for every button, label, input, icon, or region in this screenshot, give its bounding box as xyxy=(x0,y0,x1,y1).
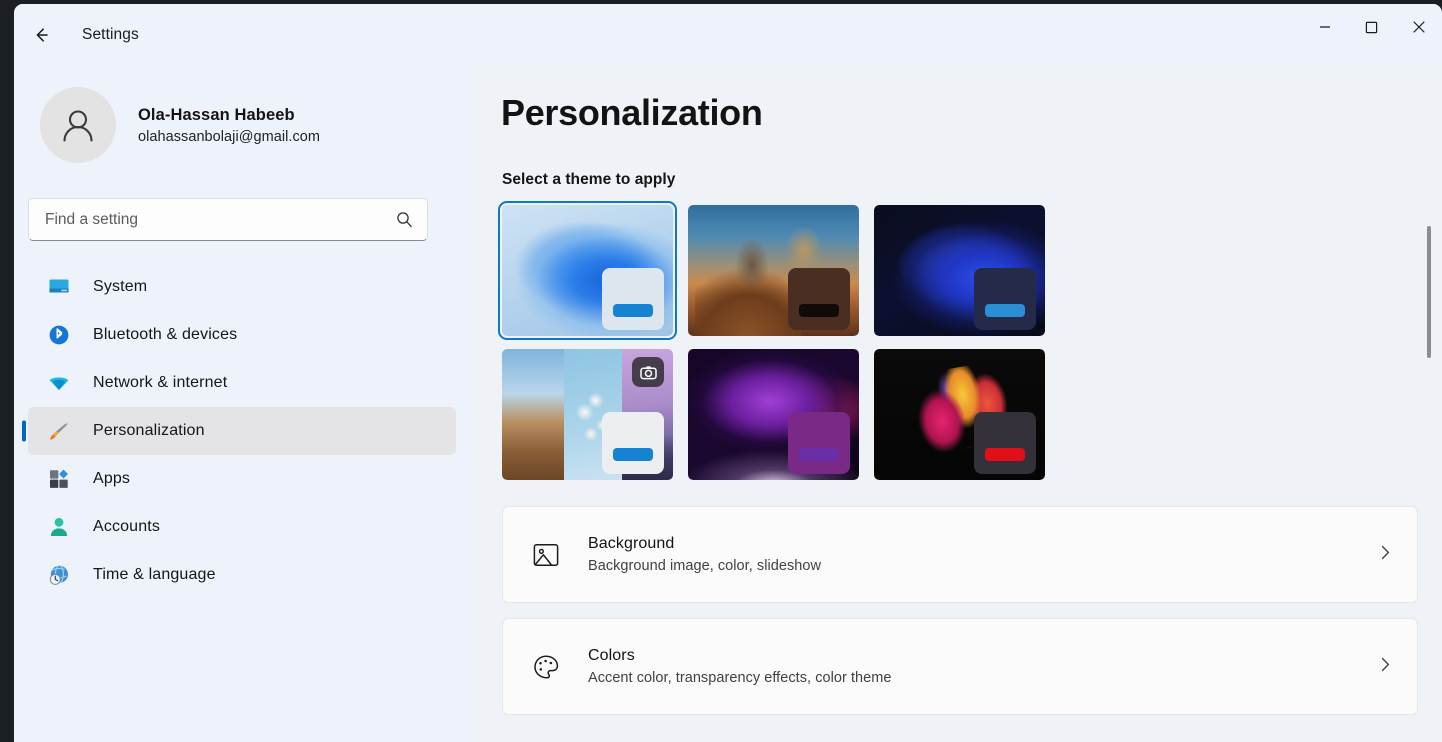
theme-accent-card xyxy=(788,268,850,330)
maximize-icon xyxy=(1365,21,1378,33)
theme-tile-nature-slideshow[interactable] xyxy=(502,349,673,480)
chevron-right-icon xyxy=(1381,545,1390,559)
paintbrush-icon xyxy=(46,418,72,444)
theme-accent-swatch xyxy=(985,448,1025,461)
selection-indicator xyxy=(22,420,26,442)
setting-title: Colors xyxy=(588,647,635,664)
chevron-right-icon[interactable] xyxy=(1376,655,1395,679)
settings-list: Background Background image, color, slide… xyxy=(502,506,1418,715)
sidebar-item-accounts[interactable]: Accounts xyxy=(28,503,456,551)
close-icon xyxy=(1412,21,1425,33)
chevron-right-icon[interactable] xyxy=(1376,543,1395,567)
theme-tile-windows-dark-bloom[interactable] xyxy=(874,205,1045,336)
palette-icon xyxy=(527,648,565,686)
theme-accent-card xyxy=(974,268,1036,330)
scrollbar-thumb[interactable] xyxy=(1427,226,1431,358)
settings-window: Settings Ola-Hassan Habeeb olahassanbola… xyxy=(14,4,1442,742)
sidebar-item-bluetooth-devices[interactable]: Bluetooth & devices xyxy=(28,311,456,359)
theme-accent-swatch xyxy=(613,448,653,461)
theme-accent-swatch xyxy=(799,448,839,461)
theme-accent-card xyxy=(602,268,664,330)
theme-thumbnail xyxy=(874,205,1045,336)
clock-globe-icon xyxy=(46,562,72,588)
sidebar-item-label: Accounts xyxy=(93,518,161,535)
sidebar-item-label: Personalization xyxy=(93,422,205,439)
theme-thumbnail xyxy=(874,349,1045,480)
monitor-icon xyxy=(46,274,72,300)
close-button[interactable] xyxy=(1395,4,1442,50)
setting-row-colors[interactable]: Colors Accent color, transparency effects… xyxy=(502,618,1418,715)
account-section[interactable]: Ola-Hassan Habeeb olahassanbolaji@gmail.… xyxy=(14,66,471,163)
account-email: olahassanbolaji@gmail.com xyxy=(138,128,321,145)
person-avatar-icon xyxy=(63,110,93,142)
theme-accent-card xyxy=(602,412,664,474)
setting-title: Background xyxy=(588,535,675,552)
camera-icon xyxy=(639,365,657,379)
theme-thumbnail xyxy=(502,205,673,336)
sidebar-item-label: Bluetooth & devices xyxy=(93,326,238,343)
sidebar-item-personalization[interactable]: Personalization xyxy=(22,407,456,455)
search-icon[interactable] xyxy=(396,211,413,228)
sidebar-item-apps[interactable]: Apps xyxy=(28,455,456,503)
setting-text: Background Background image, color, slide… xyxy=(588,535,1376,574)
account-text: Ola-Hassan Habeeb olahassanbolaji@gmail.… xyxy=(138,106,320,145)
sidebar: Ola-Hassan Habeeb olahassanbolaji@gmail.… xyxy=(14,66,471,742)
theme-tile-cheetahs[interactable] xyxy=(688,205,859,336)
theme-accent-card xyxy=(974,412,1036,474)
account-name: Ola-Hassan Habeeb xyxy=(138,105,295,124)
minimize-icon xyxy=(1319,26,1330,28)
search-input[interactable] xyxy=(45,210,396,229)
setting-text: Colors Accent color, transparency effects… xyxy=(588,647,1376,686)
sidebar-item-label: Apps xyxy=(93,470,131,487)
back-arrow-icon xyxy=(36,28,48,42)
sidebar-item-network-internet[interactable]: Network & internet xyxy=(28,359,456,407)
avatar xyxy=(40,87,116,163)
setting-row-background[interactable]: Background Background image, color, slide… xyxy=(502,506,1418,603)
theme-section-label: Select a theme to apply xyxy=(502,171,676,188)
theme-grid xyxy=(498,201,1047,480)
theme-thumbnail xyxy=(688,205,859,336)
theme-tile-purple-glow[interactable] xyxy=(688,349,859,480)
maximize-button[interactable] xyxy=(1348,4,1395,50)
app-title: Settings xyxy=(82,26,139,43)
back-button[interactable] xyxy=(21,15,61,55)
theme-tile-windows-light-bloom[interactable] xyxy=(498,201,677,340)
sidebar-item-label: System xyxy=(93,278,148,295)
sidebar-nav: System Bluetooth & devices Network & inter… xyxy=(14,263,471,599)
picture-icon xyxy=(527,536,565,574)
theme-accent-swatch xyxy=(613,304,653,317)
theme-thumbnail xyxy=(688,349,859,480)
bluetooth-icon xyxy=(46,322,72,348)
chevron-right-icon xyxy=(1381,657,1390,671)
theme-accent-card xyxy=(788,412,850,474)
page-title: Personalization xyxy=(501,92,763,133)
main-content: Personalization Select a theme to apply … xyxy=(471,66,1442,742)
accounts-person-icon xyxy=(46,514,72,540)
theme-tile-dark-flower[interactable] xyxy=(874,349,1045,480)
theme-accent-swatch xyxy=(799,304,839,317)
sidebar-item-time-language[interactable]: Time & language xyxy=(28,551,456,599)
setting-subtitle: Background image, color, slideshow xyxy=(588,558,822,574)
sidebar-item-label: Network & internet xyxy=(93,374,228,391)
vertical-scrollbar[interactable] xyxy=(1424,66,1436,742)
setting-subtitle: Accent color, transparency effects, colo… xyxy=(588,670,892,686)
apps-grid-icon xyxy=(46,466,72,492)
sidebar-item-system[interactable]: System xyxy=(28,263,456,311)
search-box[interactable] xyxy=(28,198,428,241)
wifi-icon xyxy=(46,370,72,396)
theme-thumbnail xyxy=(502,349,673,480)
slideshow-camera-badge xyxy=(632,357,664,387)
minimize-button[interactable] xyxy=(1301,4,1348,50)
theme-accent-swatch xyxy=(985,304,1025,317)
title-bar: Settings xyxy=(14,4,1442,66)
sidebar-item-label: Time & language xyxy=(93,566,216,583)
window-controls xyxy=(1301,4,1442,50)
